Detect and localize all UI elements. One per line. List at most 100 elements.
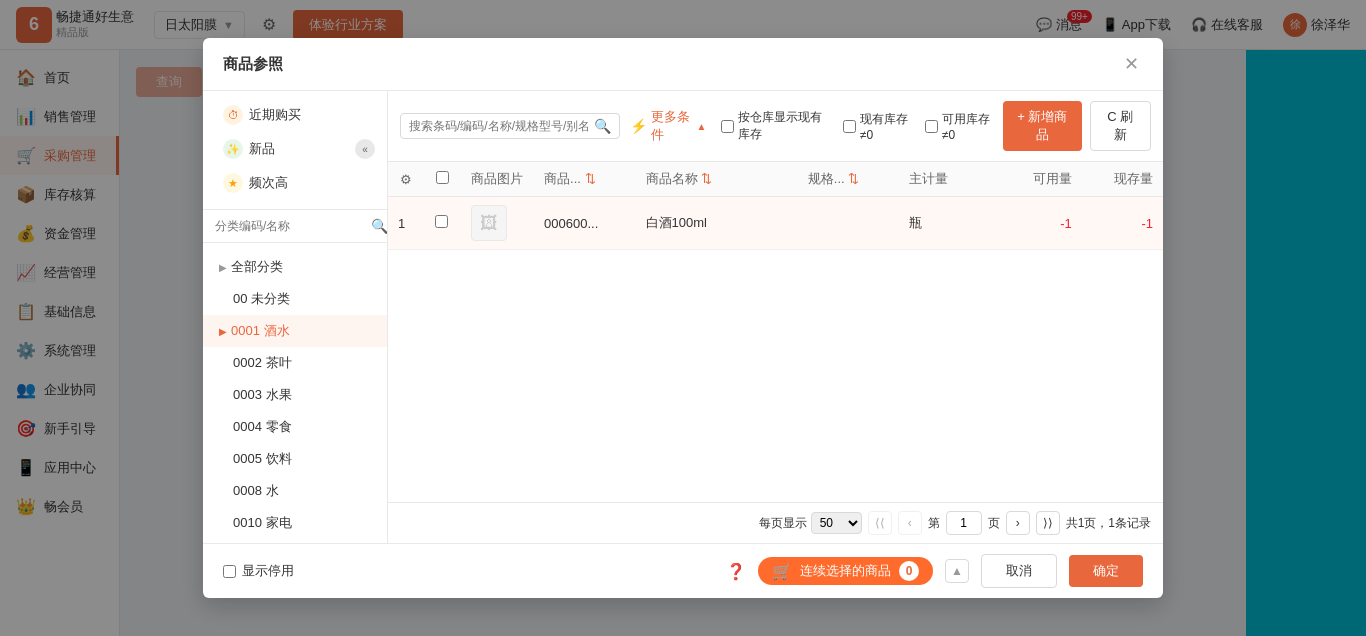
product-search-icon[interactable]: 🔍 [594, 118, 611, 134]
page-size-label: 每页显示 [759, 515, 807, 532]
modal-body: ⏱ 近期购买 ✨ 新品 ★ 频次高 « [203, 91, 1163, 543]
checkbox-available-nonzero[interactable]: 现有库存≠0 [843, 111, 911, 142]
cart-label: 连续选择的商品 [800, 562, 891, 580]
th-available: 可用量 [980, 162, 1081, 197]
show-disabled-checkbox[interactable]: 显示停用 [223, 562, 294, 580]
table-row[interactable]: 1 🖼 000600... 白酒100ml 瓶 -1 [388, 197, 1163, 250]
category-all[interactable]: ▶ 全部分类 [203, 251, 387, 283]
category-beverage[interactable]: 0005 饮料 [203, 443, 387, 475]
th-name[interactable]: 商品名称 ⇅ [636, 162, 798, 197]
column-settings-icon[interactable]: ⚙ [400, 172, 412, 187]
filter-icon: ⚡ [630, 118, 647, 134]
filter-label: 更多条件 [651, 108, 693, 144]
category-search-area: 🔍 [203, 210, 387, 243]
right-panel: 🔍 ⚡ 更多条件 ▲ 按仓库显示现有库存 现有库存≠0 [388, 91, 1163, 543]
row-index: 1 [388, 197, 425, 250]
category-fruit-label: 0003 水果 [219, 386, 292, 404]
shortcut-new[interactable]: ✨ 新品 [215, 133, 355, 165]
checkbox-usable-nonzero[interactable]: 可用库存≠0 [925, 111, 993, 142]
product-reference-modal: 商品参照 ✕ ⏱ 近期购买 ✨ 新品 [203, 38, 1163, 598]
page-size-dropdown[interactable]: 10 20 50 100 [811, 512, 862, 534]
sort-spec-icon: ⇅ [848, 171, 859, 186]
prev-page-button[interactable]: ‹ [898, 511, 922, 535]
th-spec[interactable]: 规格... ⇅ [798, 162, 899, 197]
row-select-checkbox[interactable] [435, 215, 448, 228]
table-header-row: ⚙ 商品图片 商品... ⇅ 商品名称 [388, 162, 1163, 197]
show-disabled-input[interactable] [223, 565, 236, 578]
filter-checkboxes: 按仓库显示现有库存 现有库存≠0 可用库存≠0 [721, 109, 993, 143]
row-image-cell: 🖼 [461, 197, 534, 250]
help-icon[interactable]: ❓ [726, 562, 746, 581]
th-checkbox [425, 162, 462, 197]
category-tea[interactable]: 0002 茶叶 [203, 347, 387, 379]
category-uncategorized[interactable]: 00 未分类 [203, 283, 387, 315]
category-list: ▶ 全部分类 00 未分类 ▶ 0001 酒水 0002 茶叶 0003 水果 [203, 243, 387, 543]
category-snack[interactable]: 0004 零食 [203, 411, 387, 443]
last-page-button[interactable]: ⟩⟩ [1036, 511, 1060, 535]
freq-icon: ★ [223, 173, 243, 193]
category-all-label: 全部分类 [231, 258, 283, 276]
confirm-button[interactable]: 确定 [1069, 555, 1143, 587]
recent-icon: ⏱ [223, 105, 243, 125]
th-code[interactable]: 商品... ⇅ [534, 162, 635, 197]
row-checkbox-cell [425, 197, 462, 250]
category-fruit[interactable]: 0003 水果 [203, 379, 387, 411]
category-water-label: 0008 水 [219, 482, 279, 500]
th-image: 商品图片 [461, 162, 534, 197]
row-stock: -1 [1082, 197, 1163, 250]
pagination-bar: 每页显示 10 20 50 100 ⟨⟨ ‹ 第 页 › ⟩⟩ 共1页，1条记录 [388, 502, 1163, 543]
search-area: 🔍 ⚡ 更多条件 ▲ 按仓库显示现有库存 现有库存≠0 [388, 91, 1163, 162]
product-image: 🖼 [471, 205, 507, 241]
product-table: ⚙ 商品图片 商品... ⇅ 商品名称 [388, 162, 1163, 250]
select-all-checkbox[interactable] [436, 171, 449, 184]
th-settings: ⚙ [388, 162, 425, 197]
checkbox-warehouse-input[interactable] [721, 120, 734, 133]
add-product-button[interactable]: + 新增商品 [1003, 101, 1082, 151]
total-info: 共1页，1条记录 [1066, 515, 1151, 532]
th-spec-label: 规格... [808, 171, 845, 186]
search-input-wrap: 🔍 [400, 113, 620, 139]
th-stock: 现存量 [1082, 162, 1163, 197]
page-size-select: 每页显示 10 20 50 100 [759, 512, 862, 534]
page-number-input[interactable] [946, 511, 982, 535]
cart-icon: 🛒 [772, 562, 792, 581]
row-available: -1 [980, 197, 1081, 250]
next-page-button[interactable]: › [1006, 511, 1030, 535]
shortcut-freq-label: 频次高 [249, 174, 288, 192]
filter-more-button[interactable]: ⚡ 更多条件 ▲ [630, 108, 707, 144]
sort-icon: ⇅ [585, 171, 596, 186]
filter-collapse-icon: ▲ [697, 121, 707, 132]
cancel-button[interactable]: 取消 [981, 554, 1057, 588]
row-unit: 瓶 [899, 197, 980, 250]
category-search-input[interactable] [215, 219, 365, 233]
checkbox-available-input[interactable] [843, 120, 856, 133]
shortcut-freq[interactable]: ★ 频次高 [215, 167, 355, 199]
category-uncategorized-label: 00 未分类 [219, 290, 290, 308]
checkbox-warehouse[interactable]: 按仓库显示现有库存 [721, 109, 830, 143]
product-search-input[interactable] [409, 119, 594, 133]
cart-count: 0 [899, 561, 919, 581]
th-unit[interactable]: 主计量 [899, 162, 980, 197]
th-unit-label: 主计量 [909, 171, 948, 186]
cart-selection[interactable]: 🛒 连续选择的商品 0 [758, 557, 933, 585]
collapse-panel-button[interactable]: « [355, 139, 375, 159]
category-search-icon[interactable]: 🔍 [371, 218, 388, 234]
checkbox-available-label: 现有库存≠0 [860, 111, 911, 142]
modal-footer: 显示停用 ❓ 🛒 连续选择的商品 0 ▲ 取消 确定 [203, 543, 1163, 598]
category-water[interactable]: 0008 水 [203, 475, 387, 507]
page-label-end: 页 [988, 515, 1000, 532]
th-code-label: 商品... [544, 171, 581, 186]
shortcut-recent[interactable]: ⏱ 近期购买 [215, 99, 355, 131]
category-appliance[interactable]: 0010 家电 [203, 507, 387, 539]
modal-close-button[interactable]: ✕ [1119, 52, 1143, 76]
checkbox-usable-input[interactable] [925, 120, 938, 133]
category-liquor-label: 0001 酒水 [231, 322, 290, 340]
sort-name-icon: ⇅ [701, 171, 712, 186]
expand-icon: ▶ [219, 262, 227, 273]
new-icon: ✨ [223, 139, 243, 159]
row-name: 白酒100ml [636, 197, 798, 250]
first-page-button[interactable]: ⟨⟨ [868, 511, 892, 535]
footer-collapse-button[interactable]: ▲ [945, 559, 969, 583]
category-liquor[interactable]: ▶ 0001 酒水 [203, 315, 387, 347]
modal-refresh-button[interactable]: C 刷新 [1090, 101, 1151, 151]
